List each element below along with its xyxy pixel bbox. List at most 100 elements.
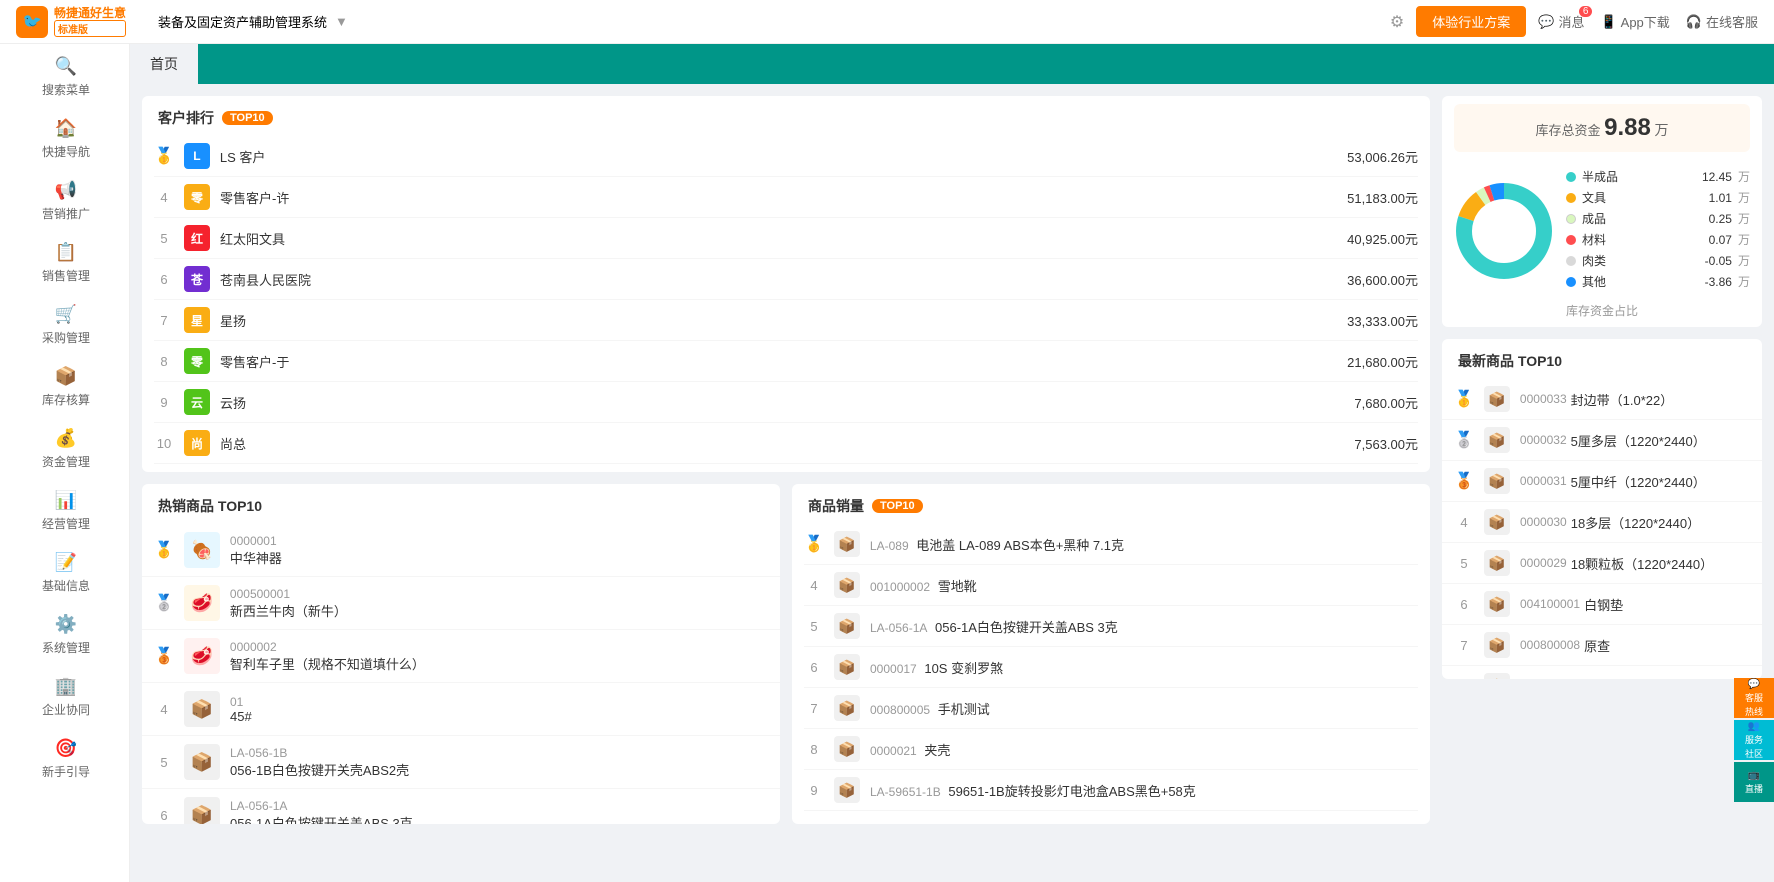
inventory-unit: 万 [1654, 122, 1668, 138]
sidebar-item-search[interactable]: 🔍 搜索菜单 [0, 44, 129, 106]
new-product-item: 6 📦 004100001 白钢垫 [1442, 584, 1762, 625]
rank-number: 5 [1454, 556, 1474, 571]
product-icon: 📦 [834, 531, 860, 557]
sidebar-item-base[interactable]: 📝 基础信息 [0, 540, 129, 602]
product-sales-item: 9 📦 LA-59651-1B 59651-1B旋转投影灯电池盒ABS黑色+58… [804, 770, 1418, 811]
product-item: 🥉 🥩 0000002 智利车子里（规格不知道填什么） [142, 630, 780, 683]
new-product-code: 0000033 [1520, 392, 1567, 406]
sidebar-item-sales[interactable]: 📋 销售管理 [0, 230, 129, 292]
sidebar-item-company[interactable]: 🏢 企业协同 [0, 664, 129, 726]
product-thumbnail: 🥩 [184, 585, 220, 621]
product-info: LA-089 电池盖 LA-089 ABS本色+黑种 7.1克 [870, 535, 1418, 554]
sidebar-item-quick[interactable]: 🏠 快捷导航 [0, 106, 129, 168]
sidebar-item-operation[interactable]: 📊 经营管理 [0, 478, 129, 540]
hot-products-list: 🥇 🍖 0000001 中华神器 🥈 🥩 [142, 524, 780, 824]
customer-rank-item: 4 零 零售客户-许 51,183.00元 [154, 177, 1418, 218]
new-product-info: 0000029 18颗粒板（1220*2440） [1520, 554, 1750, 573]
purchase-icon: 🛒 [55, 304, 77, 325]
customer-rank-item: 10 尚 尚总 7,563.00元 [154, 423, 1418, 464]
sidebar-label-inventory: 库存核算 [42, 391, 90, 408]
inventory-chart-area: 半成品 12.45 万 文具 1.01 万 [1442, 160, 1762, 302]
right-panel: 库存总资金 9.88 万 [1442, 96, 1762, 836]
new-product-icon: 📦 [1484, 591, 1510, 617]
new-product-info: 0000033 封边带（1.0*22） [1520, 390, 1750, 409]
legend-item: 成品 0.25 万 [1566, 210, 1750, 227]
customer-name: 零售客户-于 [220, 352, 1337, 371]
product-info: LA-056-1A 056-1A白色按键开关盖ABS 3克 [230, 799, 768, 825]
customer-avatar: 苍 [184, 266, 210, 292]
community-label: 服务 [1745, 733, 1763, 746]
new-product-info: 10000100001 原查 [1520, 677, 1750, 680]
product-name: 手机测试 [938, 702, 990, 717]
hot-products-panel: 热销商品 TOP10 🥇 🍖 0000001 中华神器 [142, 484, 780, 824]
customer-avatar: 零 [184, 348, 210, 374]
legend-dot [1566, 277, 1576, 287]
sidebar-item-marketing[interactable]: 📢 营销推广 [0, 168, 129, 230]
community-sub-label: 社区 [1745, 747, 1763, 760]
legend-item: 肉类 -0.05 万 [1566, 252, 1750, 269]
sidebar-item-inventory[interactable]: 📦 库存核算 [0, 354, 129, 416]
new-product-info: 0000030 18多层（1220*2440） [1520, 513, 1750, 532]
customer-amount: 7,563.00元 [1354, 434, 1418, 453]
customer-amount: 51,183.00元 [1347, 188, 1418, 207]
trial-button[interactable]: 体验行业方案 [1416, 6, 1526, 37]
inventory-icon: 📦 [55, 366, 77, 387]
customer-avatar: 云 [184, 389, 210, 415]
app-logo: 🐦 畅捷通好生意 标准版 [16, 6, 146, 38]
new-product-info: 0000032 5厘多层（1220*2440） [1520, 431, 1750, 450]
online-service-button[interactable]: 🎧 在线客服 [1686, 12, 1758, 31]
new-product-icon: 📦 [1484, 550, 1510, 576]
product-sales-item: 4 📦 001000002 雪地靴 [804, 565, 1418, 606]
product-code: 01 [230, 695, 768, 709]
sidebar-item-purchase[interactable]: 🛒 采购管理 [0, 292, 129, 354]
rank-number: 4 [804, 578, 824, 593]
home-icon: 🏠 [55, 118, 77, 139]
product-item: 🥇 🍖 0000001 中华神器 [142, 524, 780, 577]
tab-home[interactable]: 首页 [130, 44, 198, 84]
product-name: 电池盖 LA-089 ABS本色+黑种 7.1克 [916, 538, 1124, 553]
sidebar-label-operation: 经营管理 [42, 515, 90, 532]
logo-name: 畅捷通好生意 [54, 6, 126, 20]
sidebar-label-search: 搜索菜单 [42, 81, 90, 98]
sidebar-label-system: 系统管理 [42, 639, 90, 656]
sidebar-item-guide[interactable]: 🎯 新手引导 [0, 726, 129, 788]
community-icon: 👥 [1748, 721, 1760, 732]
product-code: 001000002 [870, 580, 930, 594]
product-icon: 📦 [834, 654, 860, 680]
legend-unit: 万 [1738, 231, 1750, 248]
float-community-button[interactable]: 👥 服务 社区 [1734, 720, 1774, 760]
logo-badge: 标准版 [54, 20, 126, 37]
legend-dot [1566, 193, 1576, 203]
sidebar-item-finance[interactable]: 💰 资金管理 [0, 416, 129, 478]
new-product-item: 5 📦 0000029 18颗粒板（1220*2440） [1442, 543, 1762, 584]
product-item: 5 📦 LA-056-1B 056-1B白色按键开关壳ABS2壳 [142, 736, 780, 789]
sidebar-label-company: 企业协同 [42, 701, 90, 718]
app-download-button[interactable]: 📱 App下载 [1600, 12, 1669, 31]
sidebar-item-system[interactable]: ⚙️ 系统管理 [0, 602, 129, 664]
legend-item: 半成品 12.45 万 [1566, 168, 1750, 185]
service-icon: 💬 [1748, 679, 1760, 690]
float-service-button[interactable]: 💬 客服 热线 [1734, 678, 1774, 718]
product-sales-title: 商品销量 TOP10 [792, 484, 1430, 524]
customer-amount: 21,680.00元 [1347, 352, 1418, 371]
legend-value: -3.86 [1705, 275, 1732, 289]
message-button[interactable]: 💬 消息 6 [1538, 12, 1584, 31]
inventory-total: 库存总资金 9.88 万 [1454, 104, 1750, 152]
medal-icon: 🥇 [1454, 389, 1474, 409]
gear-icon[interactable]: ⚙ [1390, 12, 1404, 32]
newest-products-list: 🥇 📦 0000033 封边带（1.0*22） 🥈 📦 0000032 [1442, 379, 1762, 679]
product-info: LA-056-1A 056-1A白色按键开关盖ABS 3克 [870, 617, 1418, 636]
new-product-item: 8 📦 10000100001 原查 [1442, 666, 1762, 679]
sales-icon: 📋 [55, 242, 77, 263]
float-live-button[interactable]: 📺 直播 [1734, 762, 1774, 802]
product-sales-item: 8 📦 0000021 夹壳 [804, 729, 1418, 770]
finance-icon: 💰 [55, 428, 77, 449]
new-product-code: 0000030 [1520, 515, 1567, 529]
product-sales-item: 7 📦 000800005 手机测试 [804, 688, 1418, 729]
customer-name: 星扬 [220, 311, 1337, 330]
legend-unit: 万 [1738, 210, 1750, 227]
system-selector[interactable]: 装备及固定资产辅助管理系统 ▼ [158, 12, 1378, 31]
sidebar-label-purchase: 采购管理 [42, 329, 90, 346]
product-info: 0000002 智利车子里（规格不知道填什么） [230, 640, 768, 673]
new-product-info: 000800008 原查 [1520, 636, 1750, 655]
